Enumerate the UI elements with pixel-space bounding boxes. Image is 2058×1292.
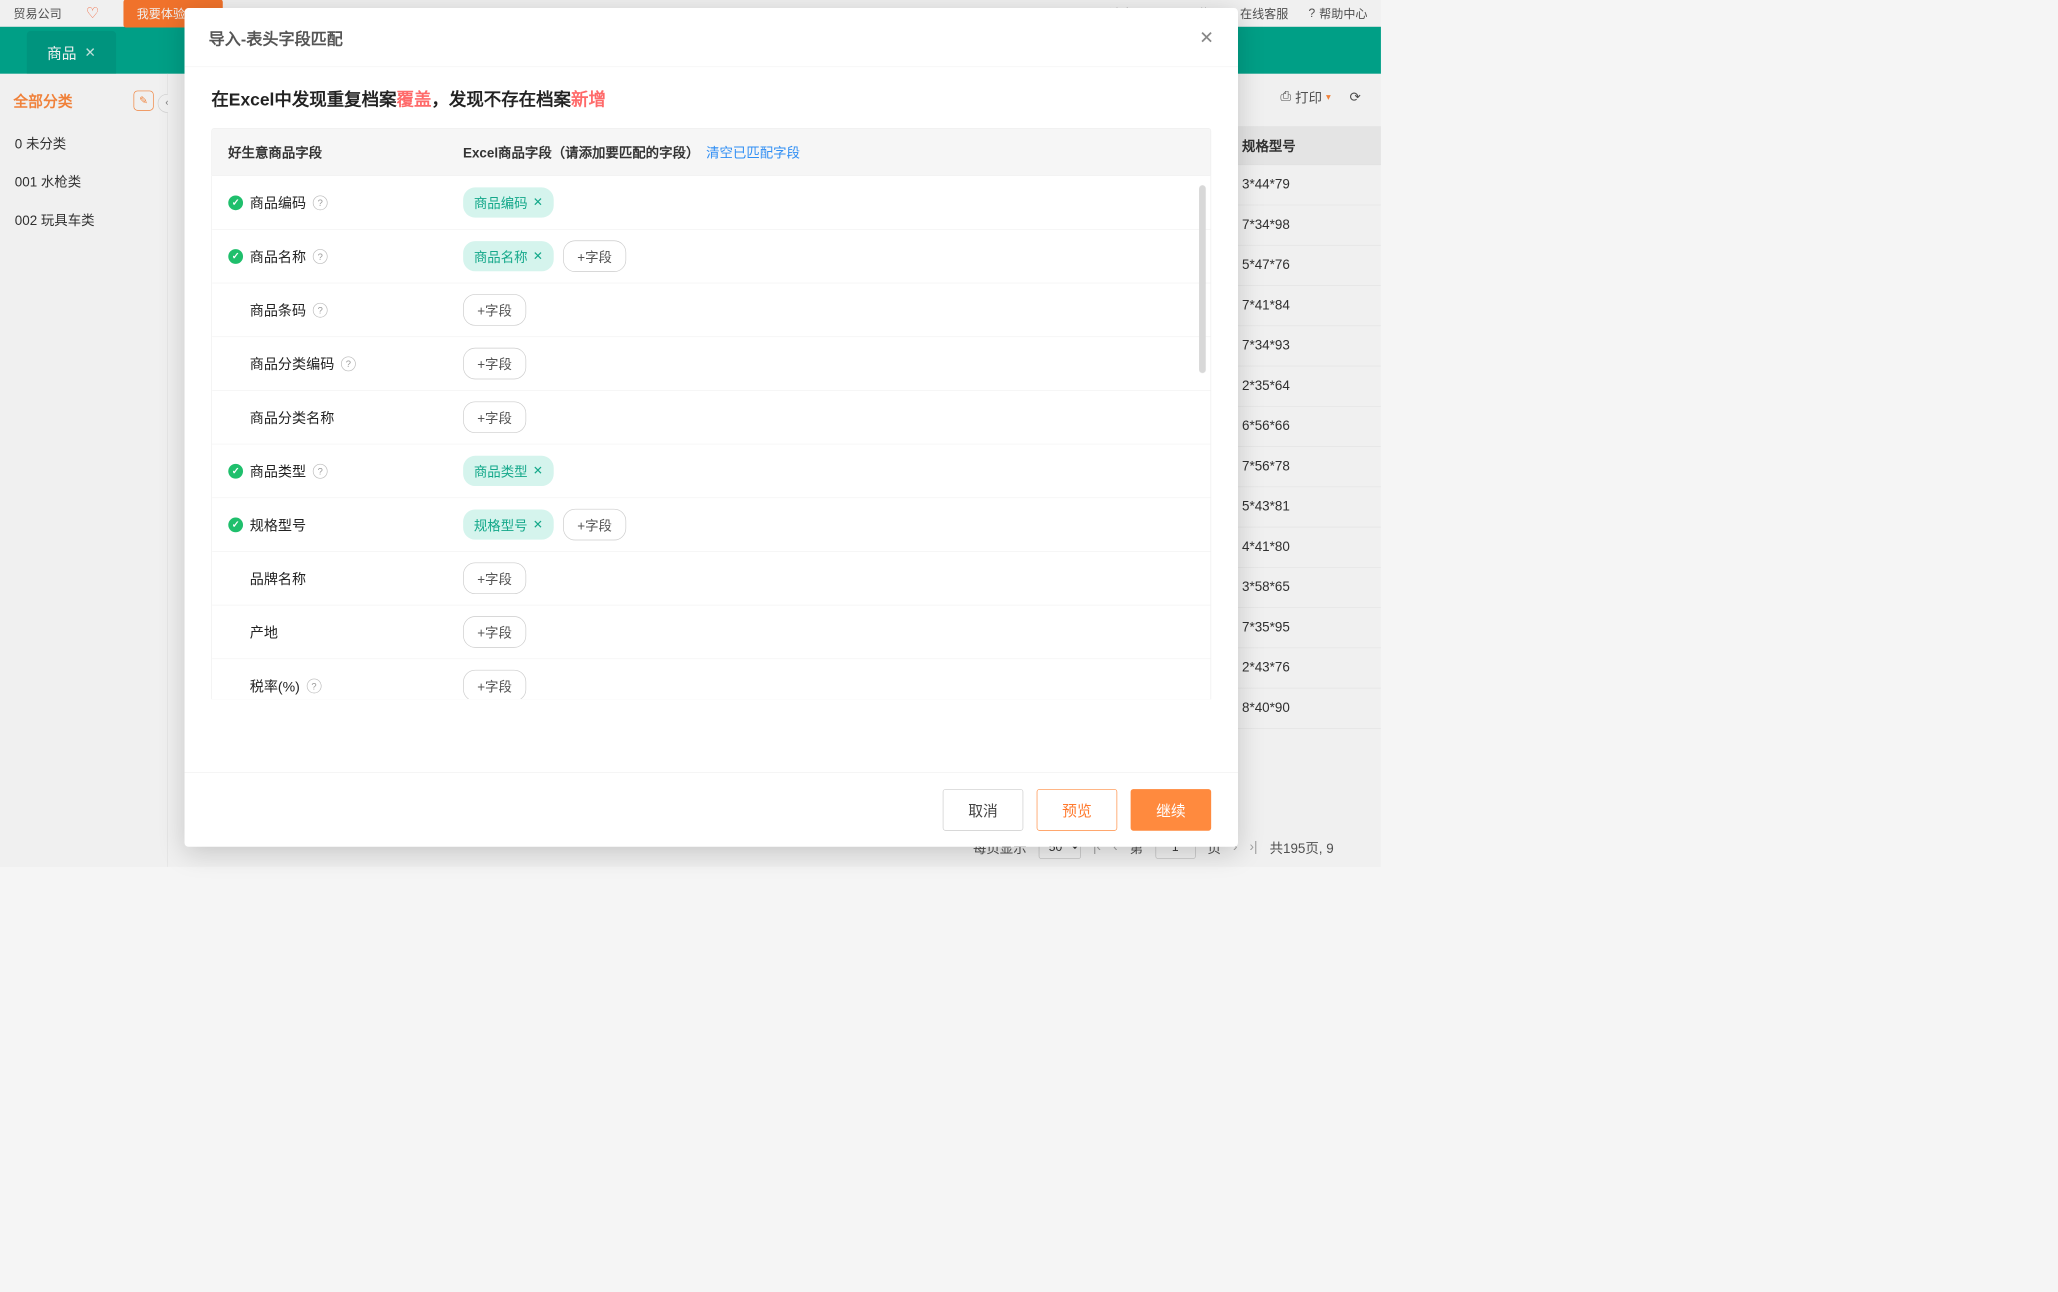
mapping-row: 商品分类编码? +字段: [212, 337, 1210, 391]
chip-label: 规格型号: [474, 515, 528, 534]
clear-mapped-link[interactable]: 清空已匹配字段: [706, 142, 800, 161]
remove-chip-icon[interactable]: ✕: [533, 249, 543, 263]
cancel-button[interactable]: 取消: [943, 789, 1024, 831]
mapping-row: 产地 +字段: [212, 605, 1210, 659]
help-icon[interactable]: ?: [306, 678, 321, 693]
mapping-row: ✓ 商品编码? 商品编码 ✕: [212, 176, 1210, 230]
field-label: 税率(%): [250, 675, 300, 695]
check-placeholder: [228, 678, 243, 693]
help-icon[interactable]: ?: [313, 302, 328, 317]
check-placeholder: [228, 624, 243, 639]
header-right: Excel商品字段（请添加要匹配的字段）: [463, 142, 699, 161]
check-placeholder: [228, 302, 243, 317]
mapping-row: ✓ 商品名称? 商品名称 ✕ +字段: [212, 229, 1210, 283]
add-field-button[interactable]: +字段: [463, 670, 526, 700]
chip-label: 商品类型: [474, 461, 528, 480]
field-label: 商品类型: [250, 461, 306, 481]
check-placeholder: [228, 571, 243, 586]
check-icon: ✓: [228, 249, 243, 264]
preview-button[interactable]: 预览: [1037, 789, 1118, 831]
check-icon: ✓: [228, 463, 243, 478]
continue-button[interactable]: 继续: [1131, 789, 1212, 831]
field-label: 商品名称: [250, 246, 306, 266]
remove-chip-icon[interactable]: ✕: [533, 464, 543, 478]
modal-title: 导入-表头字段匹配: [209, 25, 343, 48]
add-field-button[interactable]: +字段: [463, 562, 526, 594]
mapping-header: 好生意商品字段 Excel商品字段（请添加要匹配的字段） 清空已匹配字段: [211, 128, 1211, 176]
field-label: 产地: [250, 622, 278, 642]
add-field-button[interactable]: +字段: [463, 401, 526, 433]
modal-banner: 在Excel中发现重复档案覆盖，发现不存在档案新增: [211, 86, 1211, 111]
mapping-row: 商品分类名称 +字段: [212, 391, 1210, 445]
check-icon: ✓: [228, 195, 243, 210]
check-icon: ✓: [228, 517, 243, 532]
add-field-button[interactable]: +字段: [463, 294, 526, 326]
help-icon[interactable]: ?: [341, 356, 356, 371]
remove-chip-icon[interactable]: ✕: [533, 517, 543, 531]
mapping-row: 商品条码? +字段: [212, 283, 1210, 337]
chip-label: 商品编码: [474, 193, 528, 212]
scrollbar-thumb[interactable]: [1199, 185, 1206, 373]
mapping-row: 税率(%)? +字段: [212, 659, 1210, 699]
import-mapping-modal: 导入-表头字段匹配 ✕ 在Excel中发现重复档案覆盖，发现不存在档案新增 好生…: [185, 8, 1238, 847]
field-label: 规格型号: [250, 514, 306, 534]
field-label: 品牌名称: [250, 568, 306, 588]
add-field-button[interactable]: +字段: [463, 616, 526, 648]
help-icon[interactable]: ?: [313, 249, 328, 264]
field-label: 商品编码: [250, 192, 306, 212]
mapped-chip[interactable]: 商品类型 ✕: [463, 456, 554, 486]
field-label: 商品分类名称: [250, 407, 335, 427]
header-left: 好生意商品字段: [212, 129, 447, 175]
add-field-button[interactable]: +字段: [563, 240, 626, 272]
help-icon[interactable]: ?: [313, 195, 328, 210]
remove-chip-icon[interactable]: ✕: [533, 195, 543, 209]
mapped-chip[interactable]: 规格型号 ✕: [463, 509, 554, 539]
mapped-chip[interactable]: 商品名称 ✕: [463, 241, 554, 271]
mapping-rows[interactable]: ✓商品编码?商品编码✕✓商品名称?商品名称✕+字段商品条码?+字段商品分类编码?…: [211, 176, 1211, 699]
mapped-chip[interactable]: 商品编码 ✕: [463, 187, 554, 217]
check-placeholder: [228, 410, 243, 425]
close-icon[interactable]: ✕: [1199, 29, 1214, 46]
mapping-row: ✓ 商品类型? 商品类型 ✕: [212, 444, 1210, 498]
field-label: 商品分类编码: [250, 353, 335, 373]
check-placeholder: [228, 356, 243, 371]
mapping-row: ✓ 规格型号 规格型号 ✕ +字段: [212, 498, 1210, 552]
mapping-row: 品牌名称 +字段: [212, 552, 1210, 606]
add-field-button[interactable]: +字段: [563, 509, 626, 541]
chip-label: 商品名称: [474, 246, 528, 265]
modal-footer: 取消 预览 继续: [185, 772, 1238, 846]
field-label: 商品条码: [250, 300, 306, 320]
help-icon[interactable]: ?: [313, 463, 328, 478]
add-field-button[interactable]: +字段: [463, 348, 526, 380]
